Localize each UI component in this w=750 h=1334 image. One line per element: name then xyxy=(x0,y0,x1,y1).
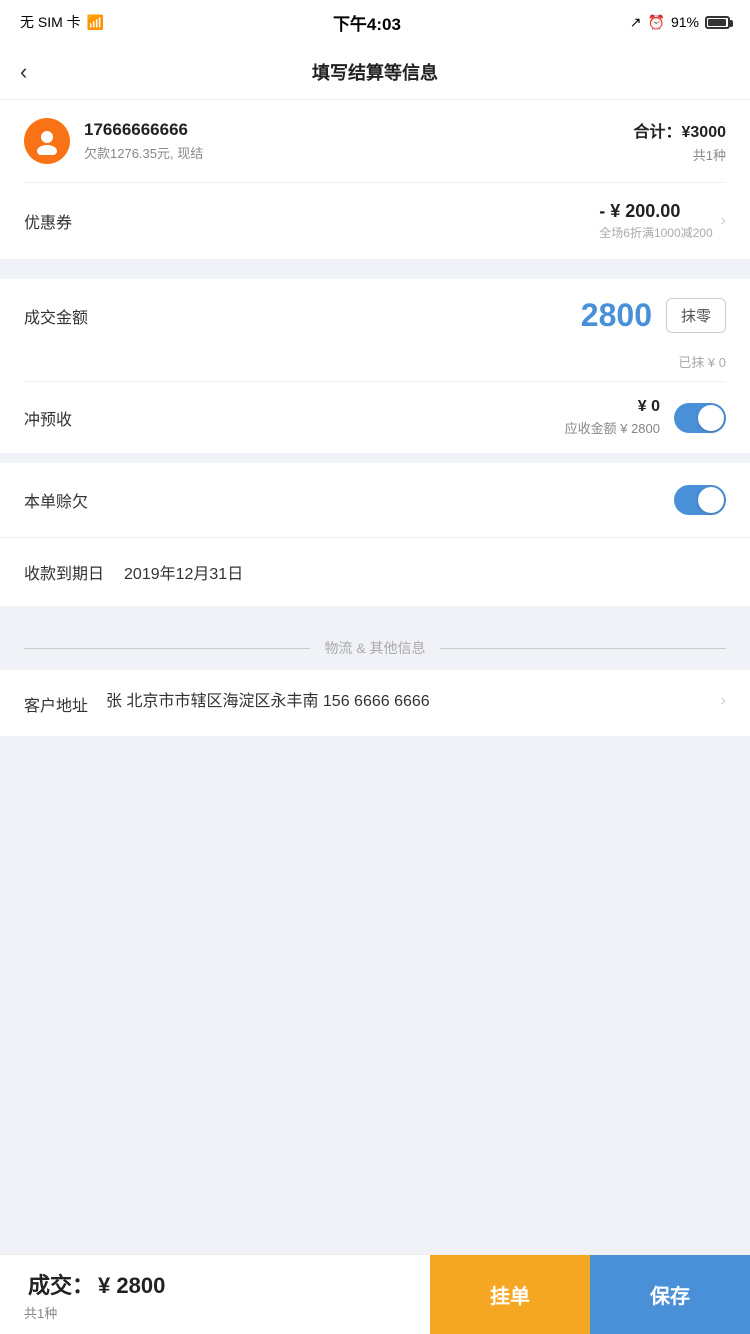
coupon-label: 优惠券 xyxy=(24,209,72,233)
amount-label: 成交金额 xyxy=(24,304,88,328)
debt-label: 本单赊欠 xyxy=(24,488,88,512)
save-button[interactable]: 保存 xyxy=(590,1255,750,1334)
prepay-amount-block: ¥ 0 应收金额 ¥ 2800 xyxy=(565,398,660,437)
amount-right: 2800 抹零 xyxy=(581,297,726,334)
duedate-row: 收款到期日 2019年12月31日 xyxy=(0,537,750,606)
prepay-label: 冲预收 xyxy=(24,406,72,430)
nav-bar: ‹ 填写结算等信息 xyxy=(0,44,750,100)
deal-label: 成交： xyxy=(28,1273,94,1298)
address-chevron-icon: › xyxy=(721,692,726,710)
prepay-amount: ¥ 0 xyxy=(565,398,660,416)
no-sim-text: 无 SIM 卡 xyxy=(20,12,81,32)
battery-percent: 91% xyxy=(671,14,699,30)
bottom-count: 共1种 xyxy=(24,1303,406,1322)
logistics-separator: 物流 & 其他信息 xyxy=(0,626,750,670)
toggle-knob xyxy=(698,405,724,431)
prepay-row: 冲预收 ¥ 0 应收金额 ¥ 2800 xyxy=(0,382,750,453)
duedate-label: 收款到期日 xyxy=(24,560,104,584)
address-section[interactable]: 客户地址 张 北京市市辖区海淀区永丰南 156 6666 6666 › xyxy=(0,670,750,736)
total-amount: 合计：¥3000 xyxy=(634,118,727,142)
debt-toggle-knob xyxy=(698,487,724,513)
amount-section: 成交金额 2800 抹零 已抹 ¥ 0 冲预收 ¥ 0 应收金额 ¥ 2800 xyxy=(0,279,750,453)
total-count: 共1种 xyxy=(634,145,727,164)
logistics-text: 物流 & 其他信息 xyxy=(310,638,439,658)
coupon-desc: 全场6折满1000减200 xyxy=(599,224,712,241)
bottom-bar: 成交：¥ 2800 共1种 挂单 保存 xyxy=(0,1254,750,1334)
back-button[interactable]: ‹ xyxy=(20,59,27,85)
gray-separator-1 xyxy=(0,269,750,279)
bottom-summary: 成交：¥ 2800 共1种 xyxy=(0,1268,430,1322)
prepay-receivable: 应收金额 ¥ 2800 xyxy=(565,418,660,437)
prepay-right: ¥ 0 应收金额 ¥ 2800 xyxy=(565,398,726,437)
gray-separator-3 xyxy=(0,616,750,626)
address-value: 张 北京市市辖区海淀区永丰南 156 6666 6666 xyxy=(106,690,711,714)
customer-row: 17666666666 欠款1276.35元, 现结 合计：¥3000 共1种 xyxy=(0,100,750,182)
address-row[interactable]: 客户地址 张 北京市市辖区海淀区永丰南 156 6666 6666 › xyxy=(0,670,750,736)
wifi-icon: 📶 xyxy=(87,14,104,31)
customer-section: 17666666666 欠款1276.35元, 现结 合计：¥3000 共1种 … xyxy=(0,100,750,259)
address-label: 客户地址 xyxy=(24,692,88,716)
customer-info: 17666666666 欠款1276.35元, 现结 xyxy=(84,120,203,162)
coupon-chevron-icon: › xyxy=(721,212,726,230)
status-left: 无 SIM 卡 📶 xyxy=(20,12,104,32)
round-button[interactable]: 抹零 xyxy=(666,298,726,333)
customer-right: 合计：¥3000 共1种 xyxy=(634,118,727,164)
location-icon: ↗ xyxy=(630,14,642,31)
deal-amount: ¥ 2800 xyxy=(98,1273,165,1298)
battery-icon xyxy=(705,16,730,29)
status-right: ↗ ⏰ 91% xyxy=(630,14,730,31)
amount-value: 2800 xyxy=(581,297,652,334)
prepay-toggle[interactable] xyxy=(674,403,726,433)
hold-button[interactable]: 挂单 xyxy=(430,1255,590,1334)
amount-row: 成交金额 2800 抹零 xyxy=(0,279,750,352)
coupon-discount: - ¥ 200.00 xyxy=(599,201,712,222)
customer-phone: 17666666666 xyxy=(84,120,203,140)
debt-section: 本单赊欠 收款到期日 2019年12月31日 xyxy=(0,463,750,606)
debt-toggle[interactable] xyxy=(674,485,726,515)
bottom-padding xyxy=(0,746,750,766)
avatar xyxy=(24,118,70,164)
amount-sub: 已抹 ¥ 0 xyxy=(0,352,750,381)
coupon-row[interactable]: 优惠券 - ¥ 200.00 全场6折满1000减200 › xyxy=(0,183,750,259)
bottom-deal: 成交：¥ 2800 xyxy=(24,1268,406,1300)
customer-left: 17666666666 欠款1276.35元, 现结 xyxy=(24,118,203,164)
duedate-value: 2019年12月31日 xyxy=(124,560,243,584)
status-time: 下午4:03 xyxy=(333,10,401,35)
page-title: 填写结算等信息 xyxy=(312,59,438,85)
alarm-icon: ⏰ xyxy=(648,14,665,31)
coupon-right: - ¥ 200.00 全场6折满1000减200 › xyxy=(599,201,726,241)
gray-separator-2 xyxy=(0,453,750,463)
status-bar: 无 SIM 卡 📶 下午4:03 ↗ ⏰ 91% xyxy=(0,0,750,44)
customer-debt: 欠款1276.35元, 现结 xyxy=(84,143,203,162)
debt-row: 本单赊欠 xyxy=(0,463,750,537)
